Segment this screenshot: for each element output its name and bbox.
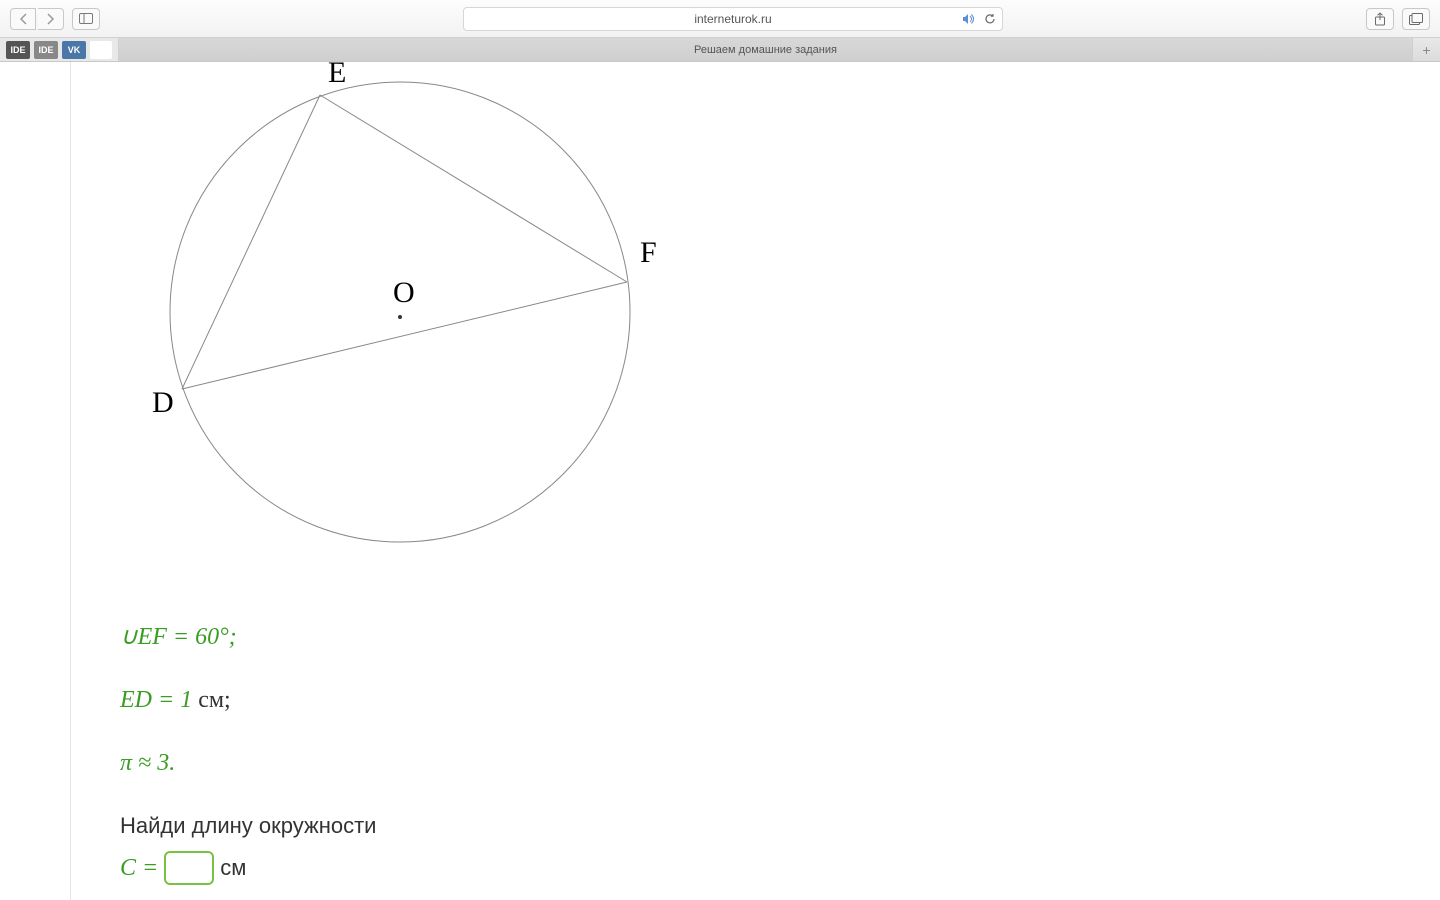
ed-condition: ED = 1 см; (120, 687, 1440, 714)
pi-condition: π ≈ 3. (120, 750, 1440, 777)
toolbar-right (1366, 8, 1430, 30)
page-content: E F D O ∪EF = 60°; ED = 1 см; π ≈ 3. Най… (70, 62, 1440, 885)
share-button[interactable] (1366, 8, 1394, 30)
answer-unit: см (220, 855, 246, 881)
chevron-left-icon (19, 13, 28, 25)
fav-blank[interactable] (90, 41, 112, 59)
url-text: interneturok.ru (694, 12, 771, 26)
reload-icon[interactable] (984, 13, 996, 25)
sidebar-toggle-button[interactable] (72, 8, 100, 30)
answer-line: C = см (120, 851, 1440, 885)
point-D-label: D (152, 386, 174, 419)
favorites-bar: IDE IDE VK (0, 38, 119, 61)
address-bar[interactable]: interneturok.ru (463, 7, 1003, 31)
given-conditions: ∪EF = 60°; ED = 1 см; π ≈ 3. Найди длину… (100, 622, 1440, 885)
chevron-right-icon (46, 13, 55, 25)
active-tab[interactable]: Решаем домашние задания (119, 38, 1412, 61)
tab-title: Решаем домашние задания (694, 44, 837, 56)
address-right-icons (962, 13, 996, 25)
address-bar-wrap: interneturok.ru (108, 7, 1358, 31)
point-F-label: F (640, 236, 657, 269)
answer-input[interactable] (164, 851, 214, 885)
geometry-diagram: E F D O (100, 62, 660, 602)
point-O-label: O (393, 276, 415, 309)
share-icon (1374, 12, 1386, 26)
tabs-button[interactable] (1402, 8, 1430, 30)
forward-button[interactable] (38, 8, 64, 30)
tab-bar: IDE IDE VK Решаем домашние задания + (0, 38, 1440, 62)
point-E-label: E (328, 62, 346, 89)
back-button[interactable] (10, 8, 36, 30)
task-prompt: Найди длину окружности (120, 813, 1440, 839)
plus-icon: + (1422, 42, 1430, 58)
answer-variable: C = (120, 855, 158, 882)
content-area: E F D O ∪EF = 60°; ED = 1 см; π ≈ 3. Най… (0, 62, 1440, 900)
fav-ideone-1[interactable]: IDE (6, 41, 30, 59)
nav-buttons (10, 8, 64, 30)
browser-toolbar: interneturok.ru (0, 0, 1440, 38)
tabs-icon (1409, 13, 1423, 25)
fav-vk[interactable]: VK (62, 41, 86, 59)
sidebar-icon (79, 13, 93, 24)
arc-ef-condition: ∪EF = 60°; (120, 622, 1440, 651)
sound-icon[interactable] (962, 13, 976, 25)
new-tab-button[interactable]: + (1412, 38, 1440, 61)
circle-diagram-svg: E F D O (100, 62, 660, 602)
fav-ideone-2[interactable]: IDE (34, 41, 58, 59)
